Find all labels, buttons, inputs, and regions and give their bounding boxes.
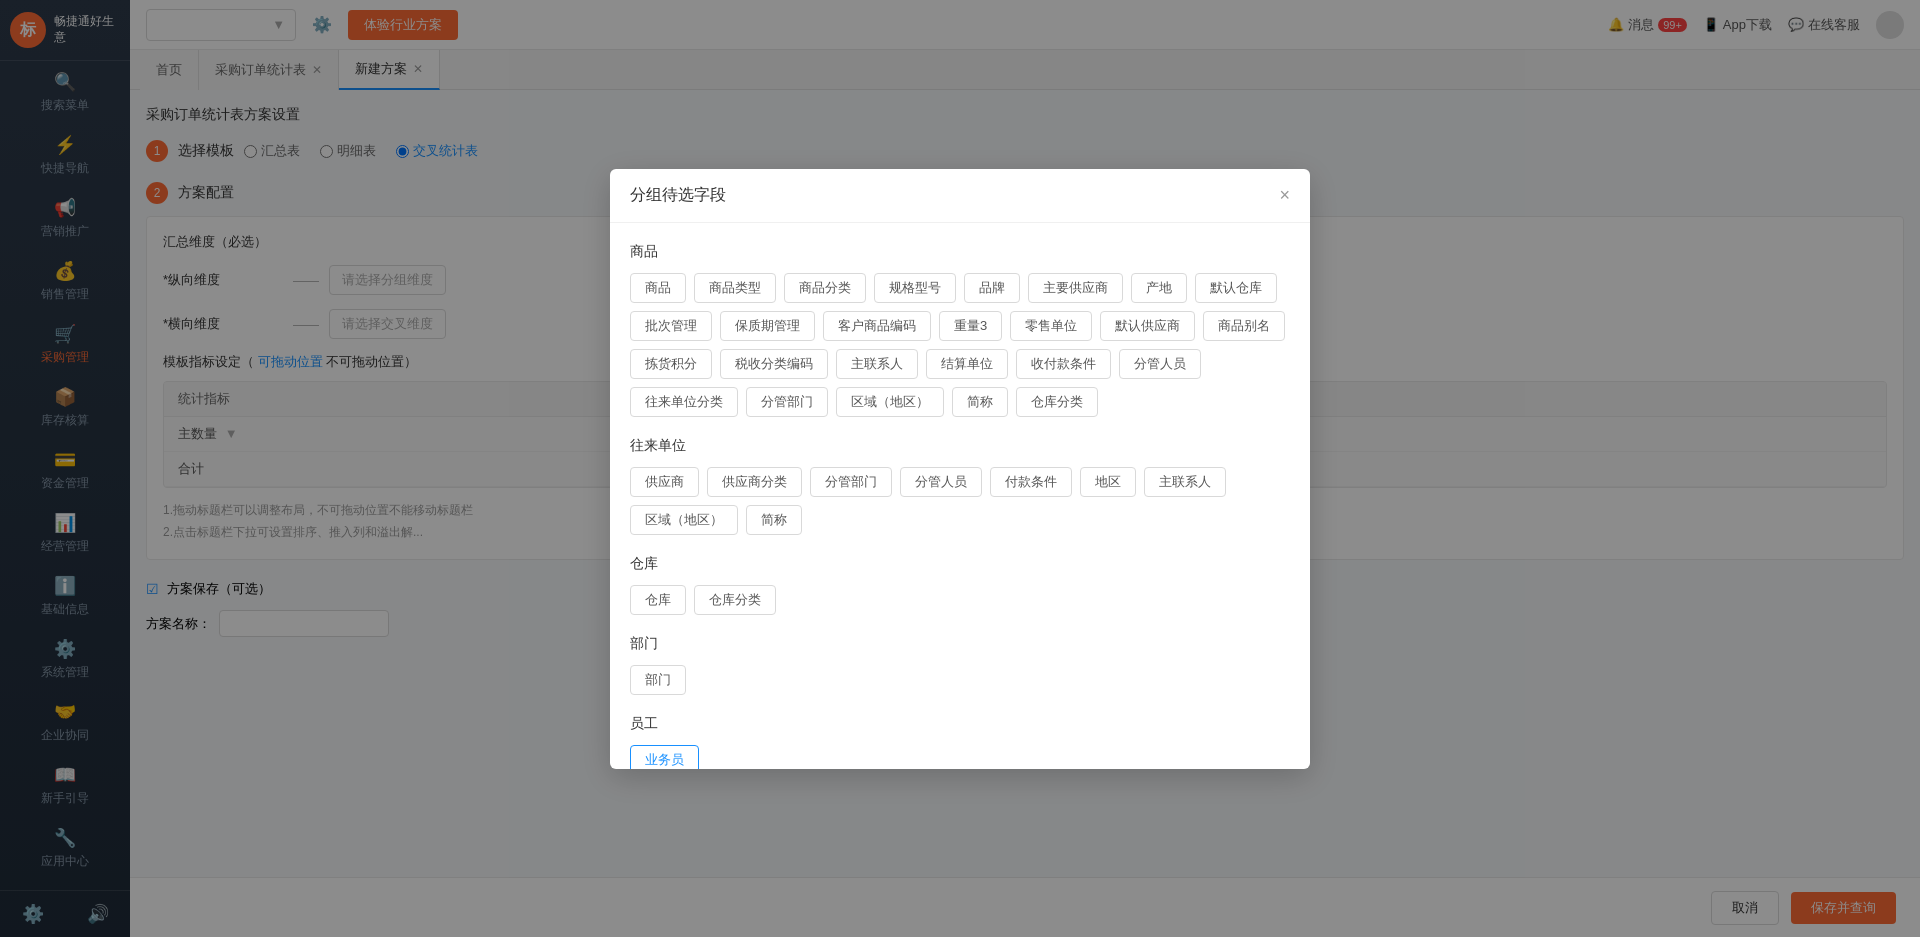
field-tag-product[interactable]: 商品 <box>630 273 686 303</box>
field-select-modal: 分组待选字段 × 商品 商品 商品类型 商品分类 规格型号 品牌 主要供应商 产… <box>610 169 1310 769</box>
field-tag-product-category[interactable]: 商品分类 <box>784 273 866 303</box>
field-tag-main-supplier[interactable]: 主要供应商 <box>1028 273 1123 303</box>
field-tag-settlement-unit[interactable]: 结算单位 <box>926 349 1008 379</box>
field-tag-supplier-cat[interactable]: 供应商分类 <box>707 467 802 497</box>
field-group-employee-title: 员工 <box>630 715 1290 733</box>
field-tag-customer-code[interactable]: 客户商品编码 <box>823 311 931 341</box>
field-tag-region[interactable]: 区域（地区） <box>630 505 738 535</box>
field-tag-warehouse[interactable]: 仓库 <box>630 585 686 615</box>
field-tag-abbr[interactable]: 简称 <box>746 505 802 535</box>
field-tag-person[interactable]: 分管人员 <box>900 467 982 497</box>
field-group-warehouse-title: 仓库 <box>630 555 1290 573</box>
field-tag-batch-mgmt[interactable]: 批次管理 <box>630 311 712 341</box>
field-tag-tax-code[interactable]: 税收分类编码 <box>720 349 828 379</box>
field-tag-default-warehouse[interactable]: 默认仓库 <box>1195 273 1277 303</box>
field-tag-warehouse-cat[interactable]: 仓库分类 <box>694 585 776 615</box>
modal-close-button[interactable]: × <box>1279 185 1290 206</box>
employee-fields: 业务员 <box>630 745 1290 769</box>
modal-header: 分组待选字段 × <box>610 169 1310 223</box>
field-tag-dept-main[interactable]: 部门 <box>630 665 686 695</box>
field-tag-pay-terms[interactable]: 付款条件 <box>990 467 1072 497</box>
product-fields: 商品 商品类型 商品分类 规格型号 品牌 主要供应商 产地 默认仓库 批次管理 … <box>630 273 1290 417</box>
field-tag-default-supplier[interactable]: 默认供应商 <box>1100 311 1195 341</box>
field-group-dept-title: 部门 <box>630 635 1290 653</box>
field-tag-product-alias[interactable]: 商品别名 <box>1203 311 1285 341</box>
field-tag-region2[interactable]: 区域（地区） <box>836 387 944 417</box>
dept-fields: 部门 <box>630 665 1290 695</box>
field-tag-weight3[interactable]: 重量3 <box>939 311 1002 341</box>
field-tag-contact[interactable]: 主联系人 <box>1144 467 1226 497</box>
field-group-employee: 员工 业务员 <box>630 715 1290 769</box>
field-tag-pick-score[interactable]: 拣货积分 <box>630 349 712 379</box>
field-tag-brand[interactable]: 品牌 <box>964 273 1020 303</box>
field-tag-partner-category[interactable]: 往来单位分类 <box>630 387 738 417</box>
field-group-product-title: 商品 <box>630 243 1290 261</box>
field-group-department: 部门 部门 <box>630 635 1290 695</box>
field-tag-origin[interactable]: 产地 <box>1131 273 1187 303</box>
modal-title: 分组待选字段 <box>630 185 726 206</box>
field-group-partner-title: 往来单位 <box>630 437 1290 455</box>
field-tag-salesperson[interactable]: 业务员 <box>630 745 699 769</box>
field-group-partner: 往来单位 供应商 供应商分类 分管部门 分管人员 付款条件 地区 主联系人 区域… <box>630 437 1290 535</box>
field-tag-expiry-mgmt[interactable]: 保质期管理 <box>720 311 815 341</box>
field-tag-abbr2[interactable]: 简称 <box>952 387 1008 417</box>
field-tag-supplier[interactable]: 供应商 <box>630 467 699 497</box>
field-group-product: 商品 商品 商品类型 商品分类 规格型号 品牌 主要供应商 产地 默认仓库 批次… <box>630 243 1290 417</box>
field-tag-area[interactable]: 地区 <box>1080 467 1136 497</box>
field-tag-main-contact[interactable]: 主联系人 <box>836 349 918 379</box>
field-tag-warehouse-cat2[interactable]: 仓库分类 <box>1016 387 1098 417</box>
modal-body: 商品 商品 商品类型 商品分类 规格型号 品牌 主要供应商 产地 默认仓库 批次… <box>610 223 1310 769</box>
partner-fields: 供应商 供应商分类 分管部门 分管人员 付款条件 地区 主联系人 区域（地区） … <box>630 467 1290 535</box>
warehouse-fields: 仓库 仓库分类 <box>630 585 1290 615</box>
field-group-warehouse: 仓库 仓库 仓库分类 <box>630 555 1290 615</box>
field-tag-spec-model[interactable]: 规格型号 <box>874 273 956 303</box>
field-tag-product-type[interactable]: 商品类型 <box>694 273 776 303</box>
field-tag-payment-terms[interactable]: 收付款条件 <box>1016 349 1111 379</box>
field-tag-dept[interactable]: 分管部门 <box>810 467 892 497</box>
field-tag-retail-unit[interactable]: 零售单位 <box>1010 311 1092 341</box>
field-tag-dept2[interactable]: 分管部门 <box>746 387 828 417</box>
field-tag-manager[interactable]: 分管人员 <box>1119 349 1201 379</box>
